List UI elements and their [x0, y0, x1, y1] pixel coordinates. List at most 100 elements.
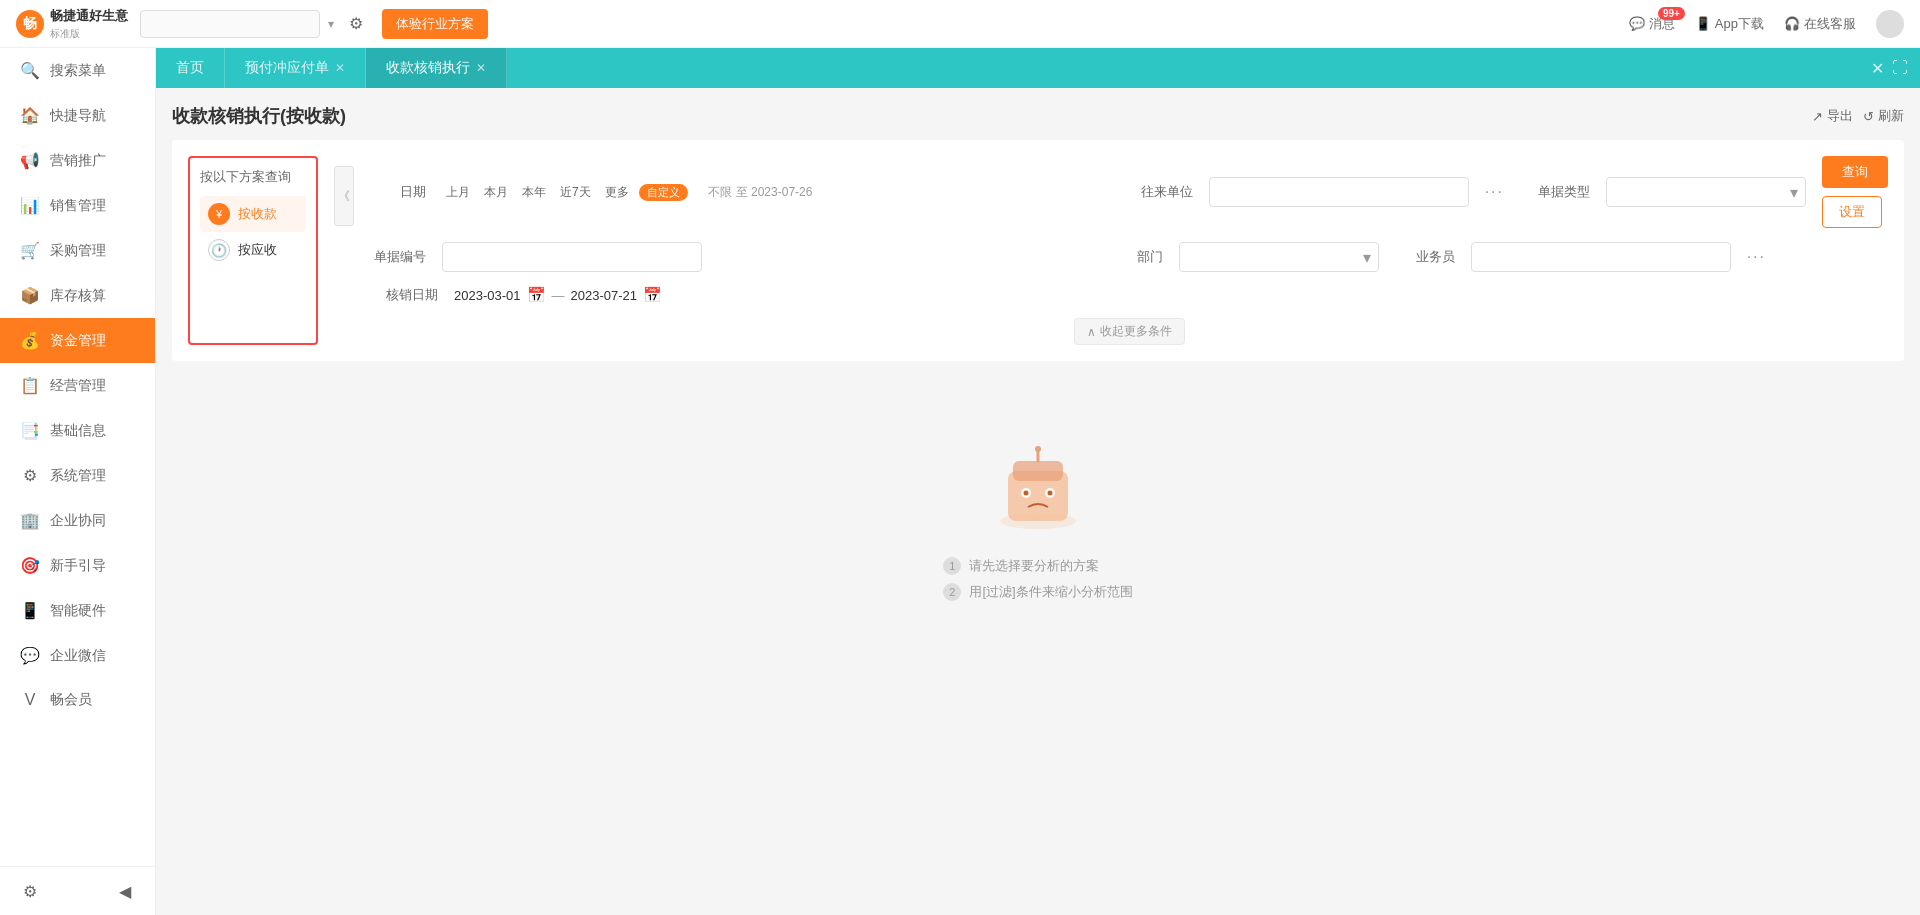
filter-right-actions: 查询 设置: [1822, 156, 1888, 228]
sidebar-collapse-button[interactable]: ◀: [111, 877, 139, 905]
sidebar-item-finance[interactable]: 💰 资金管理: [0, 318, 155, 363]
date-quick-this-month[interactable]: 本月: [480, 182, 512, 203]
sidebar-item-corp-collab[interactable]: 🏢 企业协同: [0, 498, 155, 543]
verify-date-start-calendar-icon[interactable]: 📅: [527, 286, 546, 304]
date-label: 日期: [370, 183, 426, 201]
counterpart-dots-button[interactable]: ···: [1485, 183, 1504, 201]
filter-settings-button[interactable]: 设置: [1822, 196, 1882, 228]
date-quick-group: 上月 本月 本年 近7天 更多 自定义: [442, 182, 688, 203]
online-service-button[interactable]: 🎧 在线客服: [1784, 15, 1856, 33]
sidebar-item-quick-nav[interactable]: 🏠 快捷导航: [0, 93, 155, 138]
tab-fullscreen-button[interactable]: ⛶: [1892, 59, 1908, 77]
date-quick-last-month[interactable]: 上月: [442, 182, 474, 203]
sidebar-label-purchase: 采购管理: [50, 242, 106, 260]
collapse-conditions-button[interactable]: ∧ 收起更多条件: [1074, 318, 1185, 345]
filter-row-1: 日期 上月 本月 本年 近7天 更多 自定义 不限 至 2023-07-26: [370, 156, 1888, 228]
newbie-icon: 🎯: [20, 556, 40, 575]
empty-tip-1: 1 请先选择要分析的方案: [943, 557, 1132, 575]
marketing-icon: 📢: [20, 151, 40, 170]
page-content: 收款核销执行(按收款) ↗ 导出 ↺ 刷新 按以下方案查询: [156, 88, 1920, 915]
staff-label: 业务员: [1403, 248, 1455, 266]
tab-home[interactable]: 首页: [156, 48, 225, 88]
receivable-option-label: 按应收: [238, 241, 277, 259]
app-edition: 标准版: [50, 27, 128, 41]
filter-container: 按以下方案查询 ¥ 按收款 🕐 按应收 《: [172, 140, 1904, 361]
staff-input[interactable]: [1471, 242, 1731, 272]
filter-sidebar-title: 按以下方案查询: [200, 168, 306, 186]
date-no-limit-text: 不限: [708, 184, 732, 201]
app-download-label: App下载: [1715, 15, 1764, 33]
messages-button[interactable]: 💬 消息 99+: [1629, 15, 1675, 33]
date-quick-this-year[interactable]: 本年: [518, 182, 550, 203]
industry-solution-button[interactable]: 体验行业方案: [382, 9, 488, 39]
verify-date-end-calendar-icon[interactable]: 📅: [643, 286, 662, 304]
sidebar-label-basic-info: 基础信息: [50, 422, 106, 440]
doc-type-select[interactable]: [1606, 177, 1806, 207]
sidebar-label-sales: 销售管理: [50, 197, 106, 215]
search-area: ▾ ⚙: [140, 10, 370, 38]
search-icon: 🔍: [20, 61, 40, 80]
sidebar: 🔍 搜索菜单 🏠 快捷导航 📢 营销推广 📊 销售管理 🛒 采购管理 📦 库存核…: [0, 48, 156, 915]
nav-tab-bar: 首页 预付冲应付单 ✕ 收款核销执行 ✕ ✕ ⛶: [156, 48, 1920, 88]
staff-dots-button[interactable]: ···: [1747, 248, 1766, 266]
top-bar: 畅 畅捷通好生意 标准版 ▾ ⚙ 体验行业方案 💬 消息 99+ 📱 App下载…: [0, 0, 1920, 48]
filter-row-3: 核销日期 2023-03-01 📅 — 2023-07-21 📅: [370, 286, 1888, 304]
sidebar-item-operations[interactable]: 📋 经营管理: [0, 363, 155, 408]
sidebar-item-smart-hw[interactable]: 📱 智能硬件: [0, 588, 155, 633]
date-quick-7days[interactable]: 近7天: [556, 182, 595, 203]
sidebar-item-purchase[interactable]: 🛒 采购管理: [0, 228, 155, 273]
refresh-button[interactable]: ↺ 刷新: [1863, 107, 1904, 125]
verify-date-dash: —: [552, 288, 565, 303]
system-icon: ⚙: [20, 466, 40, 485]
sidebar-item-basic-info[interactable]: 📑 基础信息: [0, 408, 155, 453]
tab-receipt-offset[interactable]: 收款核销执行 ✕: [366, 48, 507, 88]
tab-prepay-offset[interactable]: 预付冲应付单 ✕: [225, 48, 366, 88]
search-input[interactable]: [140, 10, 320, 38]
member-icon: V: [20, 691, 40, 709]
date-custom-badge[interactable]: 自定义: [639, 184, 688, 201]
filter-collapse-button[interactable]: 《: [334, 166, 354, 226]
sidebar-item-corp-wechat[interactable]: 💬 企业微信: [0, 633, 155, 678]
sidebar-label-corp-collab: 企业协同: [50, 512, 106, 530]
collapse-conditions-area: ∧ 收起更多条件: [370, 318, 1888, 345]
sidebar-item-member[interactable]: V 畅会员: [0, 678, 155, 722]
sidebar-item-newbie[interactable]: 🎯 新手引导: [0, 543, 155, 588]
tab-close-action-button[interactable]: ✕: [1871, 59, 1884, 78]
operations-icon: 📋: [20, 376, 40, 395]
corp-wechat-icon: 💬: [20, 646, 40, 665]
sidebar-item-inventory[interactable]: 📦 库存核算: [0, 273, 155, 318]
filter-option-by-receipt[interactable]: ¥ 按收款: [200, 196, 306, 232]
tab-receipt-offset-close-icon[interactable]: ✕: [476, 61, 486, 75]
sidebar-label-newbie: 新手引导: [50, 557, 106, 575]
dropdown-arrow-icon[interactable]: ▾: [328, 17, 334, 31]
export-button[interactable]: ↗ 导出: [1812, 107, 1853, 125]
dept-select[interactable]: [1179, 242, 1379, 272]
doc-no-input[interactable]: [442, 242, 702, 272]
app-download-icon: 📱: [1695, 16, 1711, 31]
user-avatar[interactable]: [1876, 10, 1904, 38]
collapse-arrow-icon: ∧: [1087, 325, 1096, 339]
sidebar-label-system: 系统管理: [50, 467, 106, 485]
sidebar-settings-button[interactable]: ⚙: [16, 877, 44, 905]
logo-icon: 畅: [16, 10, 44, 38]
sidebar-label-operations: 经营管理: [50, 377, 106, 395]
receipt-option-label: 按收款: [238, 205, 277, 223]
date-quick-more[interactable]: 更多: [601, 182, 633, 203]
tab-prepay-offset-close-icon[interactable]: ✕: [335, 61, 345, 75]
sidebar-label-finance: 资金管理: [50, 332, 106, 350]
filter-option-by-receivable[interactable]: 🕐 按应收: [200, 232, 306, 268]
app-download-button[interactable]: 📱 App下载: [1695, 15, 1764, 33]
sidebar-item-search-menu[interactable]: 🔍 搜索菜单: [0, 48, 155, 93]
settings-icon[interactable]: ⚙: [342, 10, 370, 38]
sidebar-label-corp-wechat: 企业微信: [50, 647, 106, 665]
basic-info-icon: 📑: [20, 421, 40, 440]
sidebar-item-marketing[interactable]: 📢 营销推广: [0, 138, 155, 183]
collapse-icon: 《: [338, 188, 350, 205]
sidebar-item-sales[interactable]: 📊 销售管理: [0, 183, 155, 228]
sidebar-item-system[interactable]: ⚙ 系统管理: [0, 453, 155, 498]
svg-point-8: [1035, 446, 1041, 452]
sidebar-label-smart-hw: 智能硬件: [50, 602, 106, 620]
counterpart-input[interactable]: [1209, 177, 1469, 207]
query-button[interactable]: 查询: [1822, 156, 1888, 188]
svg-point-6: [1048, 491, 1053, 496]
